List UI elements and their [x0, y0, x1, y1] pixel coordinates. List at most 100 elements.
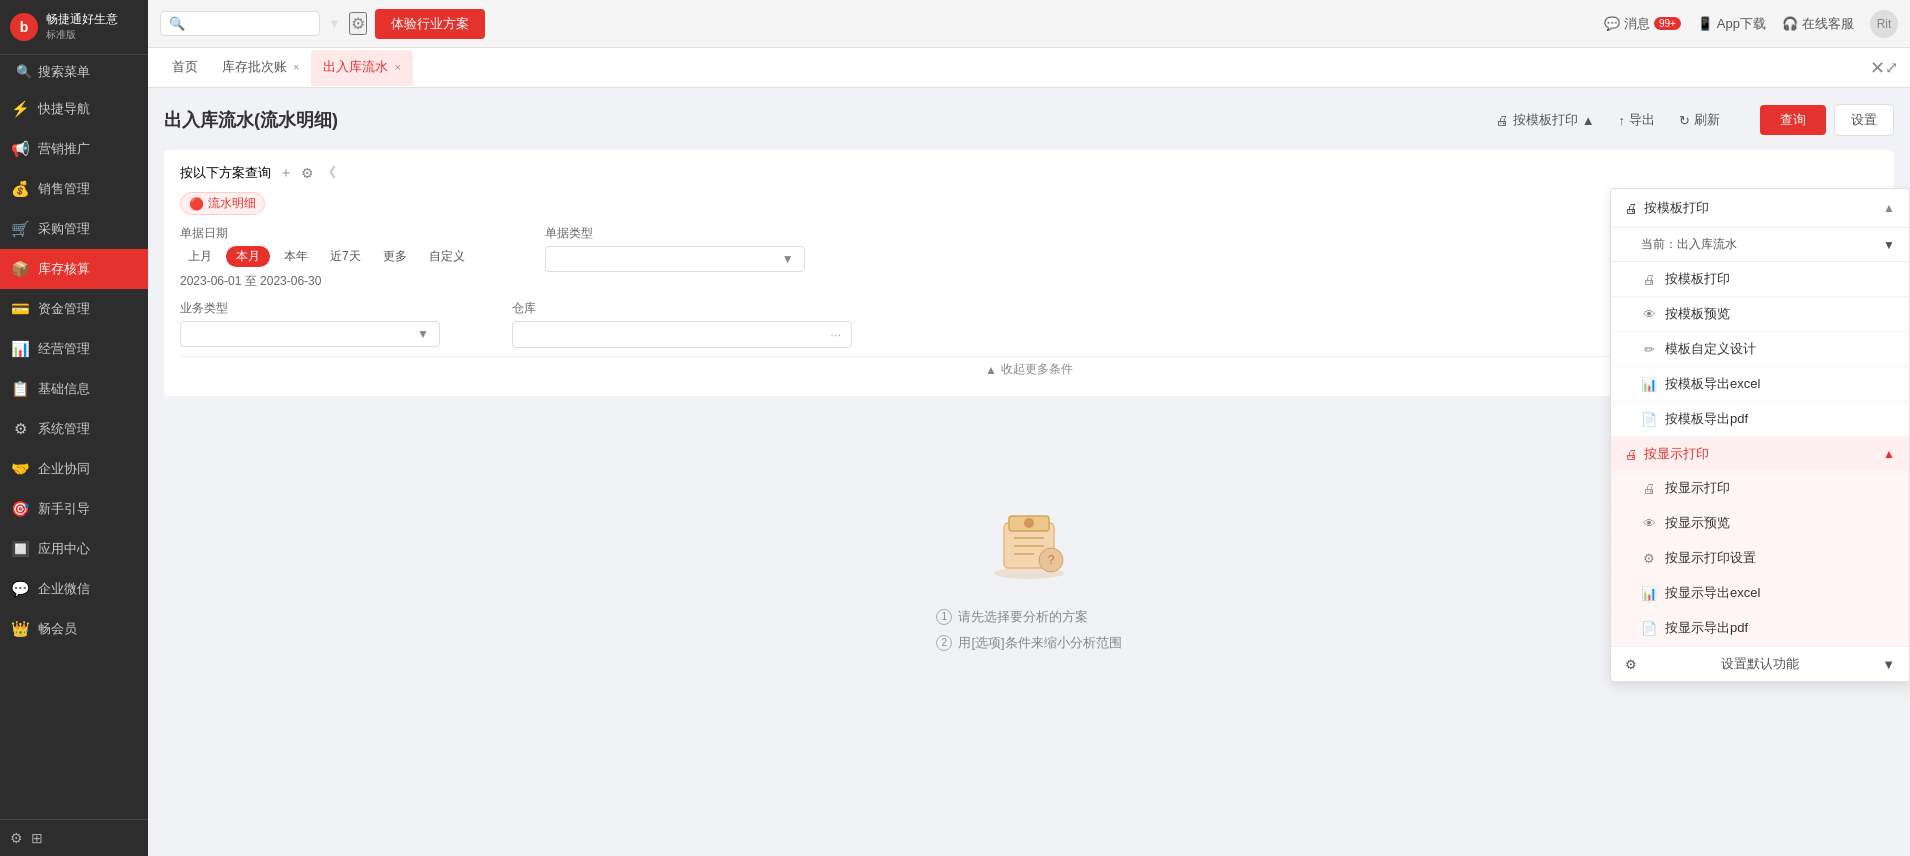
sidebar-item-wechat[interactable]: 💬 企业微信: [0, 569, 148, 609]
tab-flow-close[interactable]: ×: [394, 61, 400, 73]
page-title: 出入库流水(流水明细): [164, 108, 338, 132]
dropdown-item-display-print-settings[interactable]: ⚙ 按显示打印设置: [1611, 541, 1909, 576]
dropdown-footer-settings[interactable]: ⚙ 设置默认功能 ▼: [1611, 646, 1909, 681]
dropdown-header: 🖨 按模板打印 ▲: [1611, 189, 1909, 228]
refresh-icon: ↻: [1679, 113, 1690, 128]
date-btn-custom[interactable]: 自定义: [421, 246, 473, 267]
sidebar-item-shortcut[interactable]: ⚡ 快捷导航: [0, 89, 148, 129]
export-button[interactable]: ↑ 导出: [1611, 107, 1664, 133]
settings-button[interactable]: 设置: [1834, 104, 1894, 136]
message-badge: 99+: [1654, 17, 1681, 30]
voucher-type-select[interactable]: ▼: [545, 246, 805, 272]
sidebar-item-label: 库存核算: [38, 260, 90, 278]
message-button[interactable]: 💬 消息 99+: [1604, 15, 1681, 33]
header-search-input[interactable]: [189, 17, 311, 31]
tab-batch-close[interactable]: ×: [293, 61, 299, 73]
dropdown-item-template-custom[interactable]: ✏ 模板自定义设计: [1611, 332, 1909, 367]
tab-home[interactable]: 首页: [160, 50, 210, 86]
dropdown-item-display-excel[interactable]: 📊 按显示导出excel: [1611, 576, 1909, 611]
dropdown-item-display-preview[interactable]: 👁 按显示预览: [1611, 506, 1909, 541]
sidebar-item-finance[interactable]: 💳 资金管理: [0, 289, 148, 329]
business-type-label: 业务类型: [180, 300, 440, 317]
date-btn-last-month[interactable]: 上月: [180, 246, 220, 267]
date-btn-more[interactable]: 更多: [375, 246, 415, 267]
sidebar-item-inventory[interactable]: 📦 库存核算: [0, 249, 148, 289]
dropdown-item-template-pdf[interactable]: 📄 按模板导出pdf: [1611, 402, 1909, 437]
refresh-button[interactable]: ↻ 刷新: [1671, 107, 1728, 133]
template-print-button[interactable]: 🖨 按模板打印 ▲: [1488, 107, 1603, 133]
svg-point-3: [1024, 518, 1034, 528]
gear-button[interactable]: ⚙: [349, 12, 367, 35]
template-print-dropdown: 🖨 按模板打印 ▲ 当前：出入库流水 ▼ 🖨 按模板打印: [1610, 188, 1910, 682]
empty-tip-2-text: 用[选项]条件来缩小分析范围: [958, 630, 1121, 656]
dropdown-item-template-excel[interactable]: 📊 按模板导出excel: [1611, 367, 1909, 402]
dropdown-item-display-pdf[interactable]: 📄 按显示导出pdf: [1611, 611, 1909, 646]
tab-batch-label: 库存批次账: [222, 58, 287, 76]
dropdown-current-item[interactable]: 当前：出入库流水 ▼: [1611, 228, 1909, 262]
sidebar-item-collab[interactable]: 🤝 企业协同: [0, 449, 148, 489]
warehouse-select[interactable]: ···: [512, 321, 852, 348]
date-btn-7days[interactable]: 近7天: [322, 246, 369, 267]
window-close-button[interactable]: ✕: [1870, 57, 1885, 79]
design-icon: ✏: [1641, 342, 1657, 357]
sidebar-search[interactable]: 🔍 搜索菜单: [0, 55, 148, 89]
filter-add-button[interactable]: ＋: [279, 164, 293, 182]
dropdown-current-arrow: ▼: [1883, 238, 1895, 252]
sidebar-item-member[interactable]: 👑 畅会员: [0, 609, 148, 649]
dropdown-section-display[interactable]: 🖨 按显示打印 ▲: [1611, 437, 1909, 471]
avatar-text: Rit: [1877, 17, 1892, 31]
sidebar-item-basic[interactable]: 📋 基础信息: [0, 369, 148, 409]
user-avatar[interactable]: Rit: [1870, 10, 1898, 38]
empty-icon: ?: [979, 488, 1079, 588]
business-type-arrow: ▼: [417, 327, 429, 341]
sidebar-item-purchase[interactable]: 🛒 采购管理: [0, 209, 148, 249]
filter-settings-button[interactable]: ⚙: [301, 165, 314, 181]
tab-batch[interactable]: 库存批次账 ×: [210, 50, 311, 86]
filter-tag-flow[interactable]: 🔴 流水明细: [180, 192, 265, 215]
sidebar-item-label: 采购管理: [38, 220, 90, 238]
sidebar-item-marketing[interactable]: 📢 营销推广: [0, 129, 148, 169]
display-print-icon: 🖨: [1625, 447, 1638, 462]
dropdown-title-text: 按模板打印: [1644, 199, 1709, 217]
dropdown-item-label: 按模板导出excel: [1665, 375, 1760, 393]
app-download-label: App下载: [1717, 15, 1766, 33]
dropdown-item-template-print[interactable]: 🖨 按模板打印: [1611, 262, 1909, 297]
header-right: 💬 消息 99+ 📱 App下载 🎧 在线客服 Rit: [1604, 10, 1898, 38]
sidebar-item-sales[interactable]: 💰 销售管理: [0, 169, 148, 209]
dropdown-close-arrow[interactable]: ▲: [1883, 201, 1895, 215]
dropdown-item-label: 按模板预览: [1665, 305, 1730, 323]
sidebar-item-guide[interactable]: 🎯 新手引导: [0, 489, 148, 529]
system-icon: ⚙: [10, 419, 30, 439]
dropdown-item-label: 按显示预览: [1665, 514, 1730, 532]
header-search-box[interactable]: 🔍: [160, 11, 320, 36]
sidebar-item-label: 新手引导: [38, 500, 90, 518]
window-restore-button[interactable]: ⤢: [1885, 58, 1898, 77]
preview-icon-2: 👁: [1641, 516, 1657, 531]
app-download-button[interactable]: 📱 App下载: [1697, 15, 1766, 33]
date-btn-this-month[interactable]: 本月: [226, 246, 270, 267]
date-filter-item: 单据日期 上月 本月 本年 近7天 更多 自定义 2023-06-01 至 20…: [180, 225, 473, 290]
sidebar-item-operation[interactable]: 📊 经营管理: [0, 329, 148, 369]
trial-industry-button[interactable]: 体验行业方案: [375, 9, 485, 39]
date-btn-this-year[interactable]: 本年: [276, 246, 316, 267]
online-service-button[interactable]: 🎧 在线客服: [1782, 15, 1854, 33]
sidebar-item-system[interactable]: ⚙ 系统管理: [0, 409, 148, 449]
dropdown-item-display-print[interactable]: 🖨 按显示打印: [1611, 471, 1909, 506]
business-type-select[interactable]: ▼: [180, 321, 440, 347]
sidebar-expand-button[interactable]: ⊞: [31, 830, 43, 846]
dropdown-item-template-preview[interactable]: 👁 按模板预览: [1611, 297, 1909, 332]
dropdown-item-label: 按显示打印设置: [1665, 549, 1756, 567]
filter-collapse-icon[interactable]: 《: [322, 164, 336, 182]
message-icon: 💬: [1604, 16, 1620, 31]
query-button[interactable]: 查询: [1760, 105, 1826, 135]
print-icon: 🖨: [1641, 272, 1657, 287]
sidebar-item-apps[interactable]: 🔲 应用中心: [0, 529, 148, 569]
filter-section-title: 按以下方案查询: [180, 164, 271, 182]
dropdown-section-title: 🖨 按显示打印: [1625, 445, 1709, 463]
empty-tip-1-text: 请先选择要分析的方案: [958, 604, 1088, 630]
sidebar-item-label: 快捷导航: [38, 100, 90, 118]
tab-flow[interactable]: 出入库流水 ×: [311, 50, 412, 86]
printer-icon: 🖨: [1496, 113, 1509, 128]
dropdown-footer-arrow: ▼: [1882, 657, 1895, 672]
sidebar-settings-button[interactable]: ⚙: [10, 830, 23, 846]
